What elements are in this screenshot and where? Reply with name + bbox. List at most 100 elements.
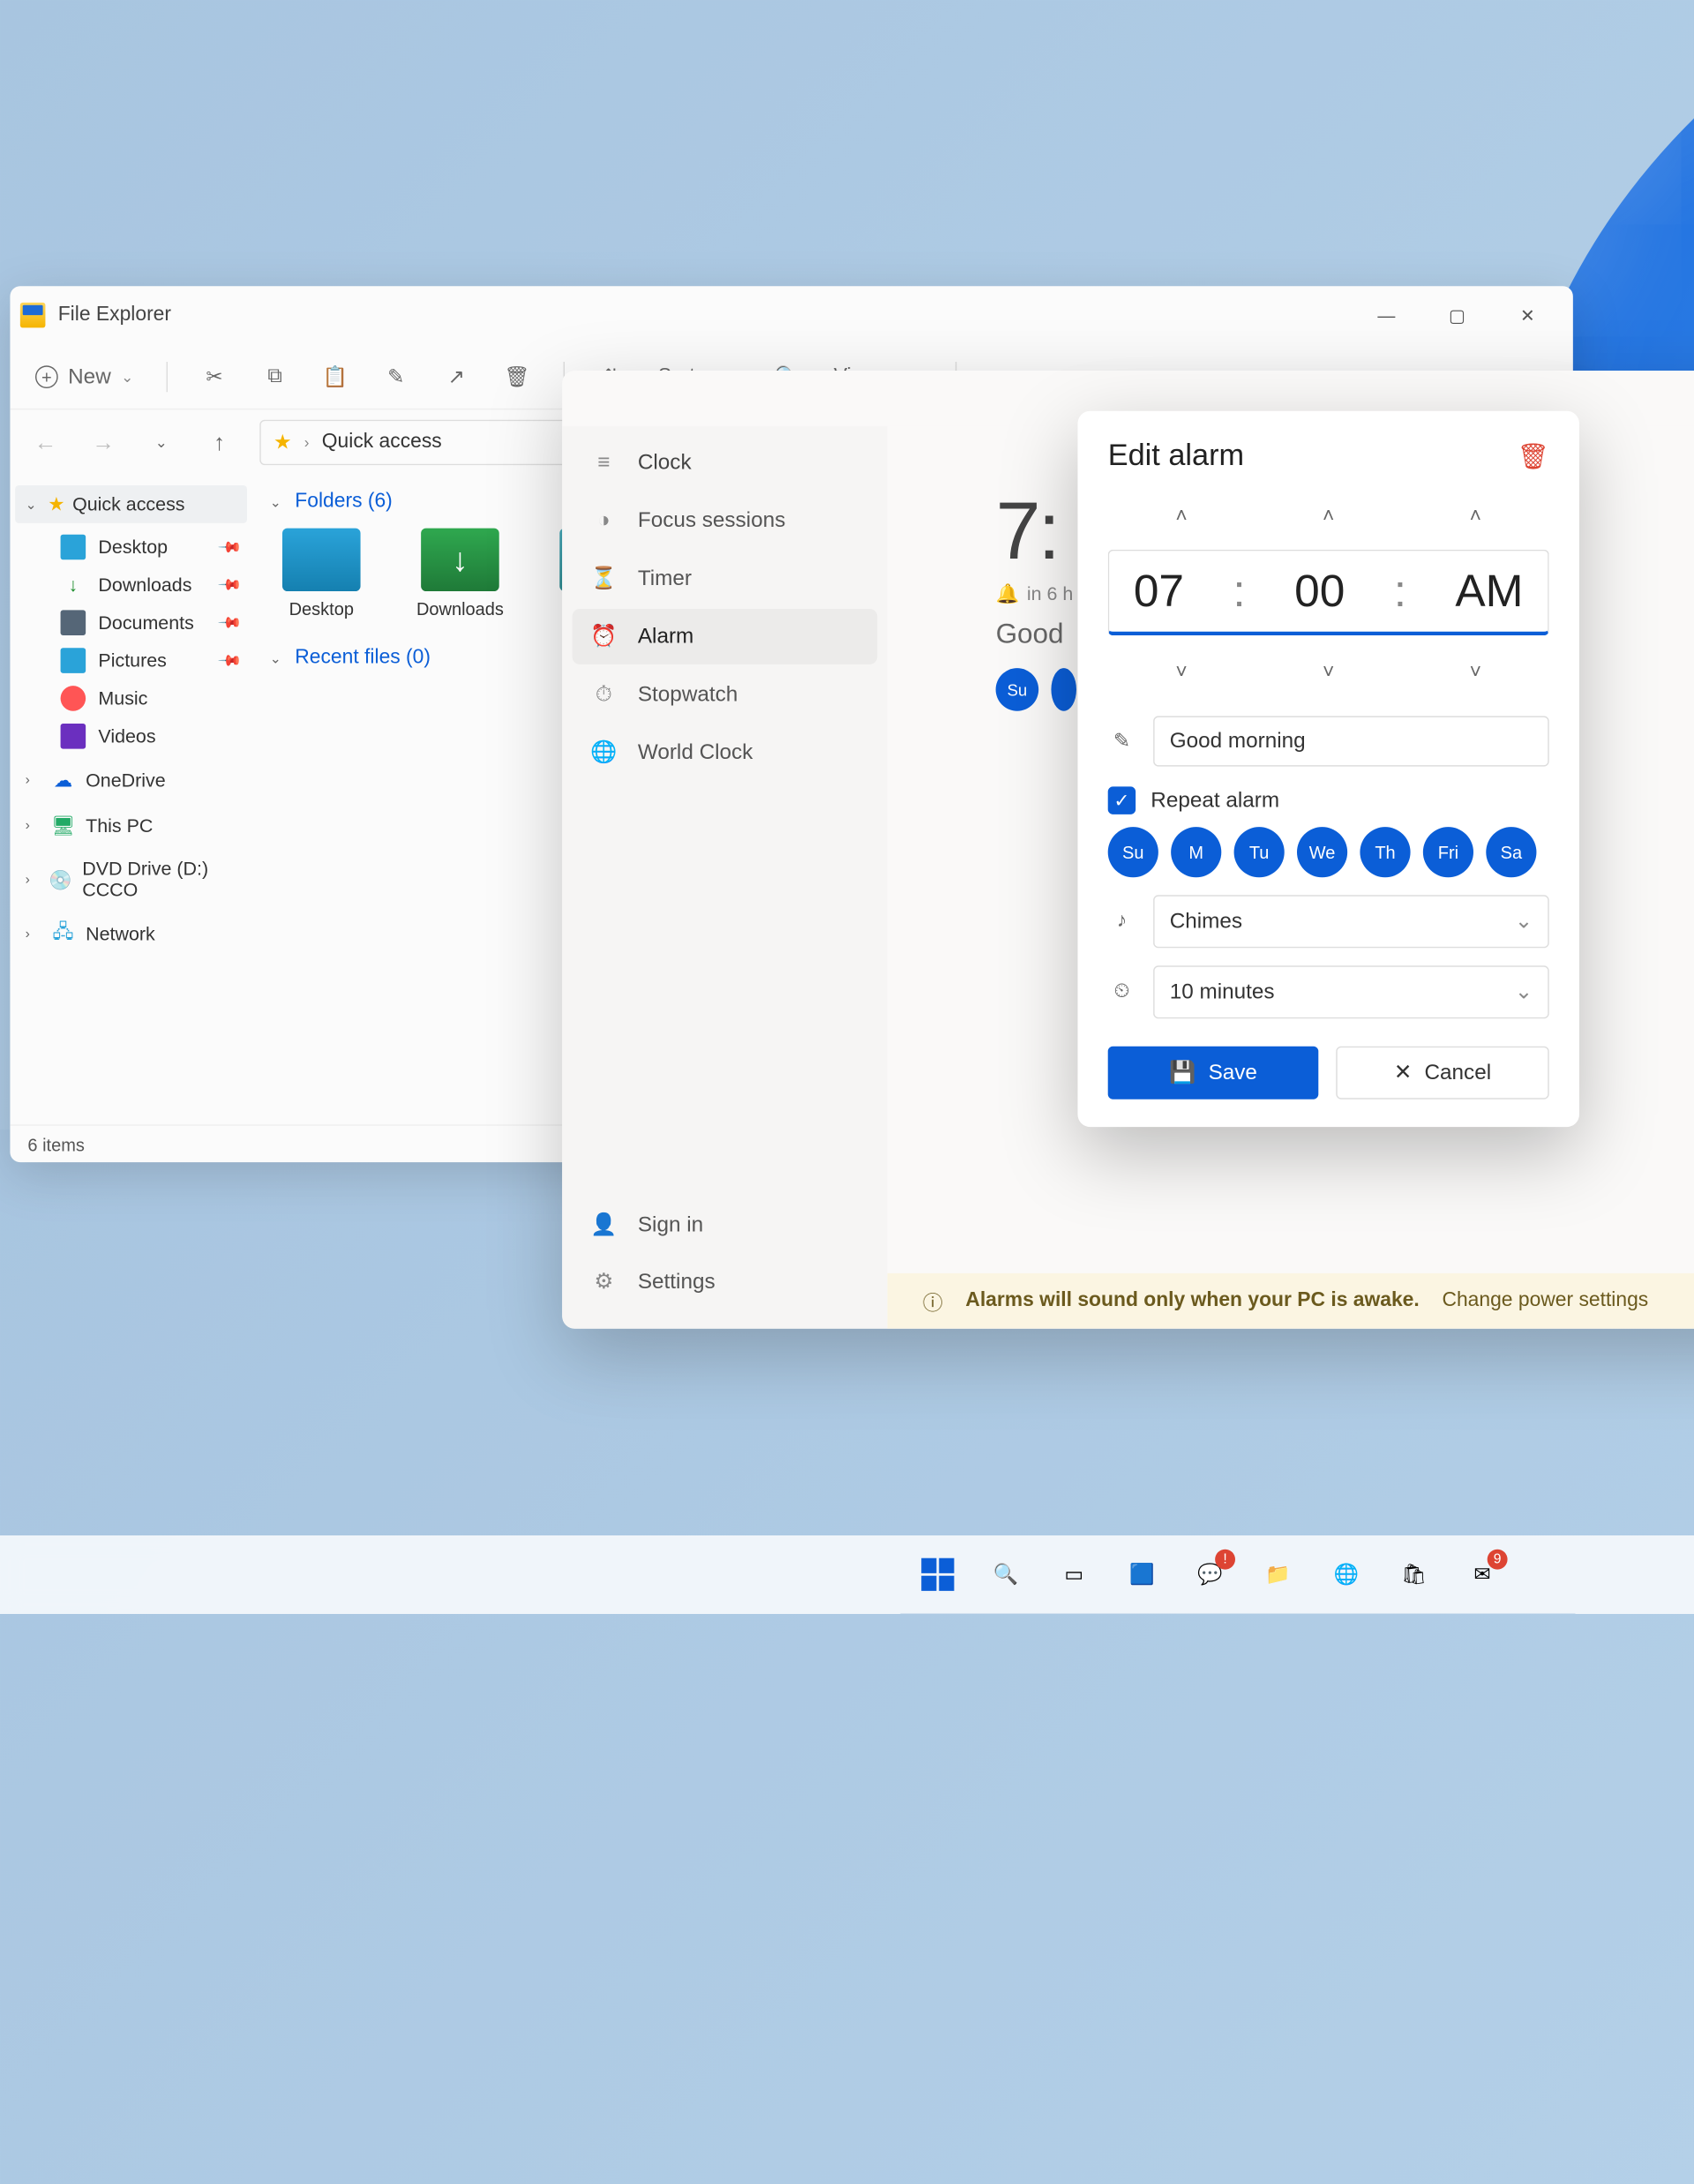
pin-icon: 📌	[217, 610, 243, 635]
day-sa[interactable]: Sa	[1486, 827, 1536, 877]
sidebar-item-alarm[interactable]: ⏰Alarm	[573, 609, 878, 664]
sidebar-item-documents[interactable]: Documents📌	[10, 604, 251, 642]
delete-icon[interactable]: 🗑	[503, 363, 530, 390]
chevron-down-icon: ⌄	[1515, 909, 1533, 934]
sidebar-item-pictures[interactable]: Pictures📌	[10, 642, 251, 679]
minute-up-button[interactable]: ˄	[1271, 506, 1385, 529]
sound-dropdown[interactable]: Chimes⌄	[1153, 895, 1549, 948]
day-th[interactable]: Th	[1360, 827, 1410, 877]
sidebar-item-timer[interactable]: ⏳Timer	[573, 551, 878, 606]
search-button[interactable]: 🔍	[978, 1547, 1034, 1602]
save-button[interactable]: 💾Save	[1108, 1047, 1319, 1100]
recent-label: Recent files (0)	[295, 647, 431, 670]
chevron-down-icon: ⌄	[26, 496, 41, 513]
sidebar-item-stopwatch[interactable]: ⏱Stopwatch	[573, 667, 878, 723]
alarm-time: 7:	[996, 484, 1076, 578]
file-explorer-titlebar[interactable]: File Explorer — ▢ ✕	[10, 286, 1572, 344]
day-tu[interactable]: Tu	[1234, 827, 1285, 877]
back-button[interactable]: ←	[27, 429, 63, 455]
menu-icon[interactable]: ≡	[590, 450, 618, 476]
clock-sidebar: ≡Clock ◑Focus sessions ⏳Timer ⏰Alarm ⏱St…	[562, 426, 888, 1329]
cancel-button[interactable]: ✕Cancel	[1336, 1047, 1548, 1100]
close-button[interactable]: ✕	[1492, 286, 1563, 344]
close-icon: ✕	[1394, 1060, 1412, 1085]
alarm-countdown: in 6 h	[1027, 583, 1073, 604]
stopwatch-icon: ⏱	[590, 682, 618, 708]
minimize-button[interactable]: —	[1351, 286, 1421, 344]
alarm-card[interactable]: 7: 🔔in 6 h Good Su	[996, 484, 1076, 711]
up-button[interactable]: ↑	[202, 429, 237, 455]
ampm-up-button[interactable]: ˄	[1419, 506, 1533, 529]
edge-taskbar[interactable]: 🌐	[1318, 1547, 1374, 1602]
file-explorer-taskbar[interactable]: 📁	[1250, 1547, 1306, 1602]
hour-value[interactable]: 07	[1134, 565, 1184, 618]
ampm-down-button[interactable]: ˅	[1419, 662, 1533, 685]
plus-icon: +	[35, 365, 58, 388]
day-chip	[1051, 668, 1076, 711]
paste-icon[interactable]: 📋	[321, 363, 349, 390]
sidebar-quick-access[interactable]: ⌄ ★ Quick access	[15, 485, 247, 523]
breadcrumb: Quick access	[322, 432, 442, 454]
notification-badge: 9	[1488, 1550, 1508, 1570]
repeat-checkbox[interactable]: ✓	[1108, 786, 1136, 814]
star-icon: ★	[274, 430, 291, 455]
new-button[interactable]: + New ⌄	[35, 364, 134, 389]
windows-logo-icon	[921, 1558, 954, 1591]
folder-desktop[interactable]: Desktop	[270, 529, 373, 619]
share-icon[interactable]: ↗	[443, 363, 470, 390]
forward-button[interactable]: →	[86, 429, 121, 455]
sidebar-network[interactable]: ›🖧Network	[10, 912, 251, 957]
edit-alarm-dialog: Edit alarm 🗑 ˄˄˄ 07 : 00 : AM ˅˅˅ ✎ ✓ Re…	[1077, 411, 1579, 1127]
chevron-right-icon: ›	[304, 433, 310, 451]
copy-icon[interactable]: ⧉	[261, 363, 289, 390]
banner-text: Alarms will sound only when your PC is a…	[965, 1289, 1419, 1312]
rename-icon[interactable]: ✎	[382, 363, 409, 390]
star-icon: ★	[48, 493, 64, 516]
chevron-down-icon: ⌄	[270, 493, 285, 510]
day-su[interactable]: Su	[1108, 827, 1158, 877]
quick-access-label: Quick access	[72, 493, 184, 514]
day-we[interactable]: We	[1297, 827, 1347, 877]
task-view-button[interactable]: ▭	[1046, 1547, 1102, 1602]
sidebar-item-focus[interactable]: ◑Focus sessions	[573, 493, 878, 549]
store-taskbar[interactable]: 🛍	[1386, 1547, 1442, 1602]
minute-value[interactable]: 00	[1294, 565, 1345, 618]
start-button[interactable]	[910, 1547, 965, 1602]
timer-icon: ⏳	[590, 566, 618, 591]
power-settings-link[interactable]: Change power settings	[1442, 1289, 1648, 1312]
ampm-value[interactable]: AM	[1455, 565, 1523, 618]
day-fr[interactable]: Fri	[1423, 827, 1473, 877]
status-text: 6 items	[27, 1134, 84, 1154]
sign-in-button[interactable]: 👤Sign in	[573, 1197, 878, 1253]
sidebar-item-videos[interactable]: Videos	[10, 717, 251, 755]
mail-taskbar[interactable]: ✉9	[1455, 1547, 1510, 1602]
settings-button[interactable]: ⚙Settings	[573, 1254, 878, 1310]
sidebar-item-worldclock[interactable]: 🌐World Clock	[573, 724, 878, 780]
time-picker[interactable]: 07 : 00 : AM	[1108, 550, 1549, 635]
hour-up-button[interactable]: ˄	[1125, 506, 1239, 529]
chevron-down-icon[interactable]: ⌄	[144, 433, 179, 451]
sidebar-item-music[interactable]: Music	[10, 679, 251, 717]
info-banner: ⓘ Alarms will sound only when your PC is…	[888, 1273, 1694, 1329]
new-label: New	[68, 364, 111, 389]
day-mo[interactable]: M	[1171, 827, 1221, 877]
sidebar-dvd[interactable]: ›💿DVD Drive (D:) CCCO	[10, 848, 251, 911]
widgets-button[interactable]: 🟦	[1114, 1547, 1170, 1602]
sidebar-item-downloads[interactable]: ↓Downloads📌	[10, 566, 251, 604]
taskbar: 🔍 ▭ 🟦 💬! 📁 🌐 🛍 ✉9	[0, 1535, 1694, 1614]
sidebar-this-pc[interactable]: ›🖥This PC	[10, 803, 251, 848]
notification-badge: !	[1215, 1550, 1235, 1570]
snooze-dropdown[interactable]: 10 minutes⌄	[1153, 965, 1549, 1018]
alarm-name: Good	[996, 618, 1076, 650]
cut-icon[interactable]: ✂	[200, 363, 228, 390]
gear-icon: ⚙	[590, 1270, 618, 1295]
minute-down-button[interactable]: ˅	[1271, 662, 1385, 685]
alarm-name-input[interactable]	[1153, 716, 1549, 766]
chat-button[interactable]: 💬!	[1182, 1547, 1238, 1602]
hour-down-button[interactable]: ˅	[1125, 662, 1239, 685]
sidebar-onedrive[interactable]: ›☁OneDrive	[10, 758, 251, 803]
maximize-button[interactable]: ▢	[1421, 286, 1492, 344]
delete-alarm-button[interactable]: 🗑	[1517, 440, 1548, 472]
folder-downloads[interactable]: Downloads	[409, 529, 512, 619]
sidebar-item-desktop[interactable]: Desktop📌	[10, 529, 251, 567]
